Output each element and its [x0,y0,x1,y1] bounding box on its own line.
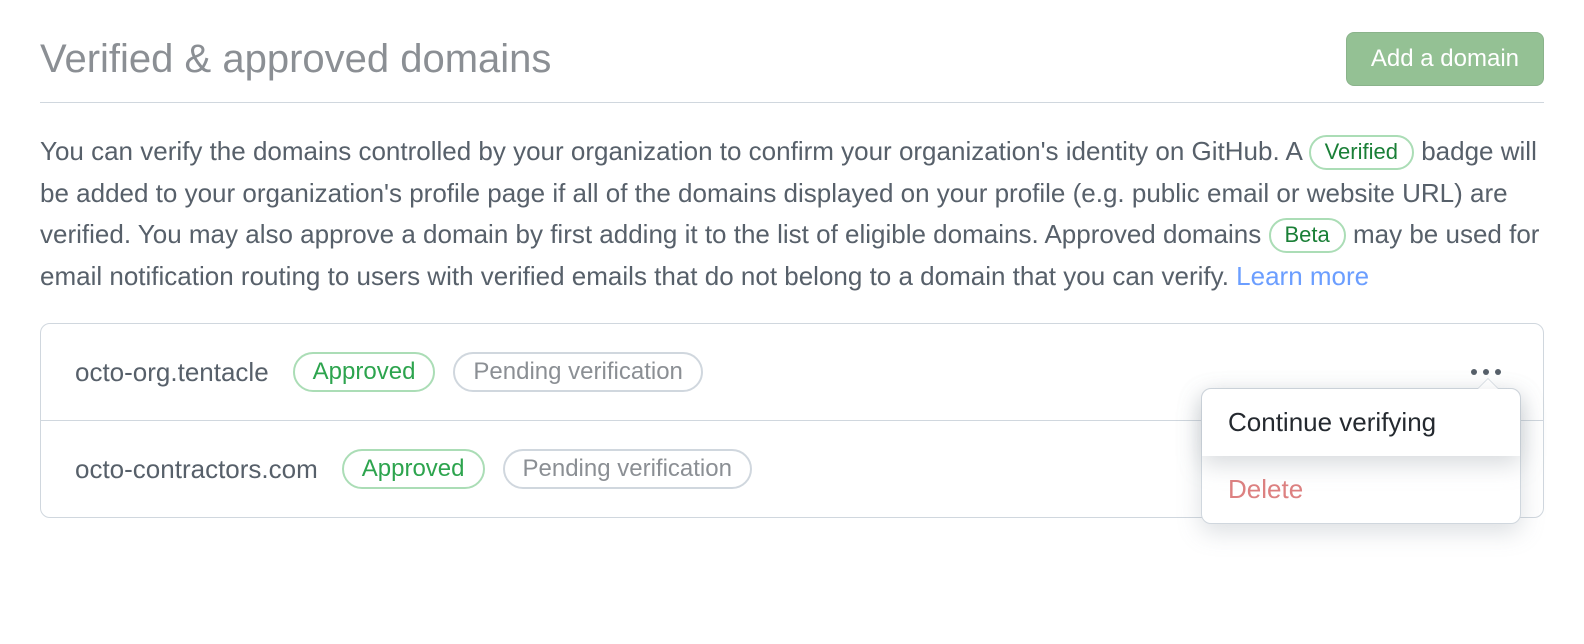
domain-row: octo-org.tentacle Approved Pending verif… [41,324,1543,421]
pending-verification-badge: Pending verification [503,449,752,489]
add-domain-button[interactable]: Add a domain [1346,32,1544,86]
approved-badge: Approved [293,352,436,392]
verified-badge: Verified [1309,135,1414,170]
description-text-1: You can verify the domains controlled by… [40,136,1309,166]
page-title: Verified & approved domains [40,37,551,82]
approved-badge: Approved [342,449,485,489]
pending-verification-badge: Pending verification [453,352,702,392]
domain-list: octo-org.tentacle Approved Pending verif… [40,323,1544,518]
domain-actions-dropdown: Continue verifying Delete [1201,388,1521,524]
learn-more-link[interactable]: Learn more [1236,261,1369,291]
domain-name: octo-org.tentacle [75,357,269,388]
beta-badge: Beta [1269,218,1346,253]
continue-verifying-item[interactable]: Continue verifying [1202,389,1520,456]
kebab-icon [1471,369,1501,375]
delete-item[interactable]: Delete [1202,456,1520,523]
page-description: You can verify the domains controlled by… [40,131,1544,297]
domain-name: octo-contractors.com [75,454,318,485]
